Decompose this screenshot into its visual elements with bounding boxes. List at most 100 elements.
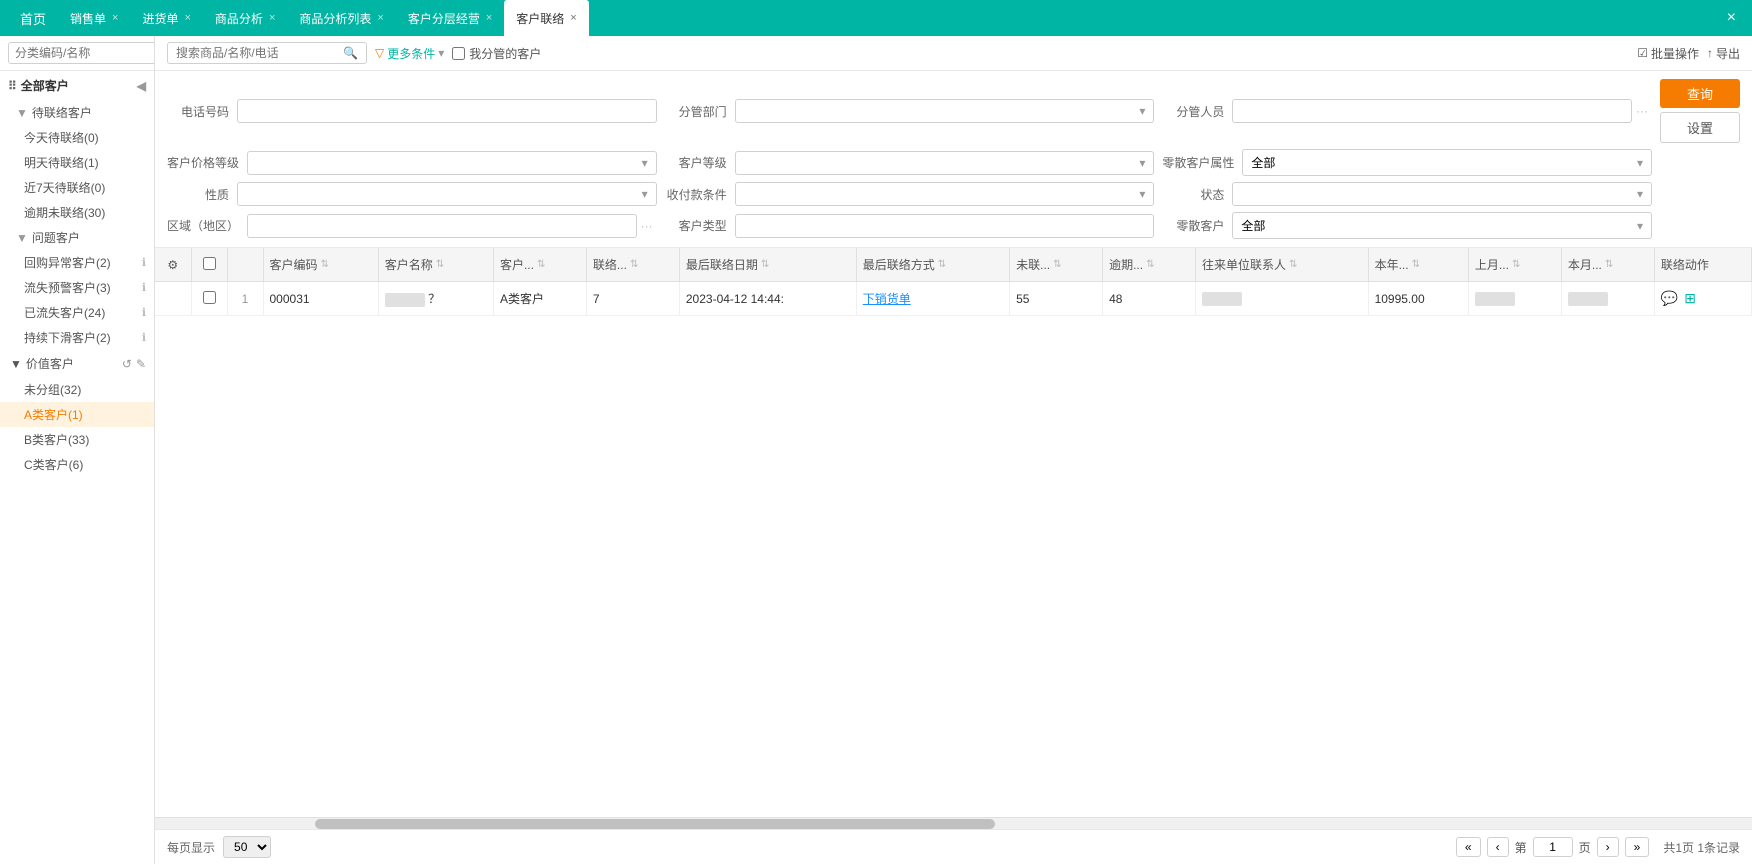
last-page-button[interactable]: » (1625, 837, 1650, 857)
region-input[interactable] (247, 214, 637, 238)
sidebar-item-overdue[interactable]: 逾期未联络(30) (0, 200, 154, 225)
query-button[interactable]: 查询 (1660, 79, 1740, 108)
nav-tab-sales-close[interactable]: × (112, 12, 118, 24)
zero-retail-attr-select[interactable]: 全部 ▾ (1242, 149, 1652, 176)
select-all-checkbox[interactable] (203, 257, 216, 270)
first-page-button[interactable]: « (1456, 837, 1481, 857)
filter-search-icon[interactable]: 🔍 (343, 46, 358, 60)
sidebar-all-customers[interactable]: ⠿ 全部客户 ◀ (0, 71, 154, 100)
close-all-button[interactable]: × (1719, 9, 1744, 27)
sidebar-search-input[interactable] (8, 42, 155, 64)
scrollbar-thumb[interactable] (315, 819, 995, 829)
sidebar-item-churn-warning[interactable]: 流失预警客户(3) ℹ (0, 275, 154, 300)
sidebar-item-declining[interactable]: 持续下滑客户(2) ℹ (0, 325, 154, 350)
sidebar-item-class-b[interactable]: B类客户(33) (0, 427, 154, 452)
nav-tab-customer-contact[interactable]: 客户联络 × (504, 0, 588, 36)
sidebar-search-container: 🔍 (0, 36, 154, 71)
edit-icon[interactable]: ✎ (136, 357, 146, 371)
sort-contact-person-icon[interactable]: ⇅ (1289, 259, 1297, 270)
sort-overdue-icon[interactable]: ⇅ (1146, 259, 1154, 270)
row-checkbox[interactable] (203, 291, 216, 304)
sidebar-problem-customers-group[interactable]: ▼ 问题客户 (0, 225, 154, 250)
settings-button[interactable]: 设置 (1660, 112, 1740, 143)
sidebar-item-ungrouped[interactable]: 未分组(32) (0, 377, 154, 402)
sort-last-date-icon[interactable]: ⇅ (761, 259, 769, 270)
my-customers-checkbox[interactable] (452, 47, 465, 60)
value-arrow-icon: ▼ (10, 357, 22, 371)
nav-tab-customer-mgmt[interactable]: 客户分层经营 × (396, 0, 504, 36)
zero-retail-select[interactable]: 全部 ▾ (1232, 212, 1652, 239)
batch-icon: ☑ (1637, 46, 1648, 60)
filter-my-customers[interactable]: 我分管的客户 (452, 45, 541, 62)
nature-chevron-icon: ▾ (642, 187, 648, 201)
nav-tab-analysis-list-close[interactable]: × (377, 12, 383, 24)
price-level-select[interactable]: ▾ (247, 151, 657, 175)
nav-tab-customer-mgmt-label: 客户分层经营 (408, 10, 480, 27)
nav-tab-home[interactable]: 首页 (8, 9, 58, 28)
dept-chevron-icon: ▾ (1139, 104, 1145, 118)
horizontal-scrollbar[interactable] (155, 817, 1752, 829)
sidebar-item-7days[interactable]: 近7天待联络(0) (0, 175, 154, 200)
row-name-cell: ？ (378, 282, 493, 316)
nav-tab-customer-mgmt-close[interactable]: × (486, 12, 492, 24)
sort-no-contact-icon[interactable]: ⇅ (1053, 259, 1061, 270)
sidebar-item-tomorrow[interactable]: 明天待联络(1) (0, 150, 154, 175)
nav-tab-purchase-close[interactable]: × (184, 12, 190, 24)
phone-input[interactable] (237, 99, 657, 123)
sidebar-item-class-a[interactable]: A类客户(1) (0, 402, 154, 427)
nav-tab-sales[interactable]: 销售单 × (58, 0, 130, 36)
this-month-masked (1568, 292, 1608, 306)
sidebar-item-churned[interactable]: 已流失客户(24) ℹ (0, 300, 154, 325)
sidebar-item-overdue-label: 逾期未联络(30) (24, 204, 105, 221)
col-last-contact-date-label: 最后联络日期 (686, 256, 758, 273)
filter-more-conditions[interactable]: ▽ 更多条件 ▾ (375, 45, 444, 62)
sidebar-item-repurchase-abnormal[interactable]: 回购异常客户(2) ℹ (0, 250, 154, 275)
row-this-year-cell: 10995.00 (1368, 282, 1468, 316)
sort-code-icon[interactable]: ⇅ (321, 259, 329, 270)
last-contact-method-link[interactable]: 下销货单 (863, 292, 911, 306)
batch-operation-button[interactable]: ☑ 批量操作 (1637, 45, 1699, 62)
page-size-select[interactable]: 50 (223, 836, 271, 858)
sidebar-pending-contact-group[interactable]: ▼ 待联络客户 (0, 100, 154, 125)
row-last-contact-method-cell: 下销货单 (856, 282, 1009, 316)
region-ellipsis[interactable]: ··· (637, 219, 657, 233)
sort-this-month-icon[interactable]: ⇅ (1605, 259, 1613, 270)
status-select[interactable]: ▾ (1232, 182, 1652, 206)
next-page-button[interactable]: › (1597, 837, 1619, 857)
collapse-icon[interactable]: ◀ (137, 79, 146, 93)
sort-contact-count-icon[interactable]: ⇅ (630, 259, 638, 270)
customer-type-input[interactable] (735, 214, 1155, 238)
sidebar-item-today[interactable]: 今天待联络(0) (0, 125, 154, 150)
dept-select[interactable]: ▾ (735, 99, 1155, 123)
col-settings[interactable]: ⚙ (155, 248, 191, 282)
zero-retail-attr-label: 零散客户属性 (1162, 154, 1242, 171)
chat-icon[interactable]: 💬 (1661, 290, 1678, 307)
col-action-label: 联络动作 (1661, 258, 1709, 272)
export-button[interactable]: ↑ 导出 (1707, 45, 1740, 62)
sort-name-icon[interactable]: ⇅ (436, 259, 444, 270)
nav-tab-customer-contact-close[interactable]: × (570, 12, 576, 24)
page-number-input[interactable] (1533, 837, 1573, 857)
sort-category-icon[interactable]: ⇅ (537, 259, 545, 270)
sidebar-item-class-c[interactable]: C类客户(6) (0, 452, 154, 477)
sidebar-value-customers-group[interactable]: ▼ 价值客户 ↺ ✎ (0, 350, 154, 377)
nav-tab-analysis-list[interactable]: 商品分析列表 × (287, 0, 395, 36)
nature-select[interactable]: ▾ (237, 182, 657, 206)
customer-level-label: 客户等级 (665, 154, 735, 171)
qr-icon[interactable]: ⊞ (1684, 290, 1696, 307)
dept-field: 分管部门 ▾ (665, 99, 1155, 123)
nav-tab-purchase[interactable]: 进货单 × (130, 0, 202, 36)
sort-this-year-icon[interactable]: ⇅ (1412, 259, 1420, 270)
refresh-icon[interactable]: ↺ (122, 357, 132, 371)
nav-tab-customer-contact-label: 客户联络 (516, 10, 564, 27)
person-input[interactable] (1232, 99, 1632, 123)
nav-tab-analysis[interactable]: 商品分析 × (203, 0, 287, 36)
sort-last-method-icon[interactable]: ⇅ (938, 259, 946, 270)
filter-search-input[interactable] (176, 46, 343, 60)
nav-tab-analysis-close[interactable]: × (269, 12, 275, 24)
payment-select[interactable]: ▾ (735, 182, 1155, 206)
person-ellipsis[interactable]: ··· (1632, 104, 1652, 118)
prev-page-button[interactable]: ‹ (1487, 837, 1509, 857)
customer-level-select[interactable]: ▾ (735, 151, 1155, 175)
sort-last-month-icon[interactable]: ⇅ (1512, 259, 1520, 270)
